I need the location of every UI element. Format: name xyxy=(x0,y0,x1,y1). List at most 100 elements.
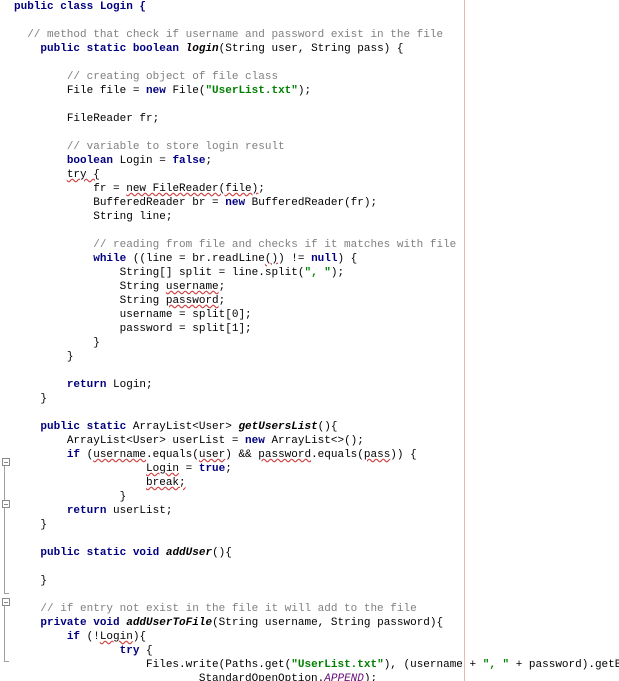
enum-constant: APPEND xyxy=(324,673,364,681)
code-token: public static void xyxy=(40,547,159,559)
code-comment: // method that check if username and pas… xyxy=(27,29,443,41)
code-token: new xyxy=(146,85,166,97)
code-token: Files.write(Paths.get( xyxy=(146,659,291,671)
code-token xyxy=(159,547,166,559)
code-token: File file = xyxy=(67,85,146,97)
error-underline: username xyxy=(93,449,146,461)
code-token: BufferedReader br = xyxy=(93,197,225,209)
code-token: .equals( xyxy=(311,449,364,461)
code-token: String xyxy=(120,281,166,293)
fold-toggle-icon[interactable] xyxy=(2,458,10,466)
code-token: { xyxy=(139,645,152,657)
string-literal: ", " xyxy=(304,267,330,279)
error-underline: break; xyxy=(146,477,186,489)
code-token: new xyxy=(225,197,245,209)
code-comment: // if entry not exist in the file it wil… xyxy=(40,603,416,615)
code-token: ; xyxy=(258,183,265,195)
code-token: ) { xyxy=(337,253,357,265)
code-token: File( xyxy=(166,85,206,97)
code-token: StandardOpenOption. xyxy=(199,673,324,681)
code-token: ; xyxy=(219,295,226,307)
code-token: if xyxy=(67,631,80,643)
method-name: login xyxy=(186,43,219,55)
code-token: return xyxy=(67,379,107,391)
code-token: Login = xyxy=(113,155,172,167)
code-token: String xyxy=(120,295,166,307)
code-token: BufferedReader(fr); xyxy=(245,197,377,209)
editor-gutter xyxy=(0,0,14,681)
code-token: username = split[0]; xyxy=(120,309,252,321)
code-token: } xyxy=(40,575,47,587)
code-token: ) != xyxy=(278,253,311,265)
code-token: (! xyxy=(80,631,100,643)
code-token: (){ xyxy=(212,547,232,559)
string-literal: ", " xyxy=(483,659,509,671)
error-underline: Login xyxy=(146,463,179,475)
method-name: getUsersList xyxy=(238,421,317,433)
code-token: boolean xyxy=(67,155,113,167)
fold-toggle-icon[interactable] xyxy=(2,500,10,508)
string-literal: "UserList.txt" xyxy=(205,85,297,97)
method-name: addUser xyxy=(166,547,212,559)
error-underline: pass xyxy=(364,449,390,461)
code-token: (String username, String password){ xyxy=(212,617,443,629)
code-token: )) { xyxy=(390,449,416,461)
code-token: ); xyxy=(298,85,311,97)
error-underline: () xyxy=(265,253,278,265)
code-token: ; xyxy=(225,463,232,475)
error-underline: password xyxy=(166,295,219,307)
code-token: (){ xyxy=(318,421,338,433)
fold-bracket xyxy=(4,602,9,662)
code-token: if xyxy=(67,449,80,461)
code-token: } xyxy=(40,519,47,531)
code-token: } xyxy=(67,351,74,363)
code-token: password = split[1]; xyxy=(120,323,252,335)
code-token: public static boolean xyxy=(40,43,179,55)
code-token: return xyxy=(67,505,107,517)
code-token: (String user, String pass) { xyxy=(219,43,404,55)
code-token: ), (username + xyxy=(384,659,483,671)
error-underline: user xyxy=(199,449,225,461)
code-comment: // reading from file and checks if it ma… xyxy=(93,239,456,251)
error-underline: username xyxy=(166,281,219,293)
code-token: while xyxy=(93,253,126,265)
code-token: ); xyxy=(331,267,344,279)
code-token: true xyxy=(199,463,225,475)
fold-toggle-icon[interactable] xyxy=(2,598,10,606)
code-token: ) && xyxy=(225,449,258,461)
code-comment: // variable to store login result xyxy=(67,141,285,153)
code-token: private void xyxy=(40,617,119,629)
code-token: } xyxy=(93,337,100,349)
error-underline: try { xyxy=(67,169,100,181)
code-token: ){ xyxy=(133,631,146,643)
fold-bracket xyxy=(4,462,9,594)
code-token: ArrayList<User> userList = xyxy=(67,435,245,447)
code-token: FileReader fr; xyxy=(67,113,159,125)
code-token: userList; xyxy=(106,505,172,517)
method-name: addUserToFile xyxy=(126,617,212,629)
code-token: = xyxy=(179,463,199,475)
code-token: + password).getBytes(), xyxy=(509,659,619,671)
code-token: public class Login { xyxy=(14,1,146,13)
error-underline: password xyxy=(258,449,311,461)
code-token: ; xyxy=(219,281,226,293)
code-token: } xyxy=(120,491,127,503)
code-token: .equals( xyxy=(146,449,199,461)
code-token: false xyxy=(172,155,205,167)
code-token: } xyxy=(40,393,47,405)
code-editor-content[interactable]: public class Login { // method that chec… xyxy=(14,0,619,681)
code-token: fr = xyxy=(93,183,126,195)
code-token: new xyxy=(245,435,265,447)
code-token: ; xyxy=(205,155,212,167)
code-token: try xyxy=(120,645,140,657)
code-token: ); xyxy=(364,673,377,681)
code-token: String[] split = line.split( xyxy=(120,267,305,279)
code-token: String line; xyxy=(93,211,172,223)
error-underline: new FileReader(file) xyxy=(126,183,258,195)
code-token: ((line = br.readLine xyxy=(126,253,265,265)
code-token: Login; xyxy=(106,379,152,391)
error-underline: Login xyxy=(100,631,133,643)
code-token: ( xyxy=(80,449,93,461)
code-token: public static xyxy=(40,421,126,433)
code-token: null xyxy=(311,253,337,265)
